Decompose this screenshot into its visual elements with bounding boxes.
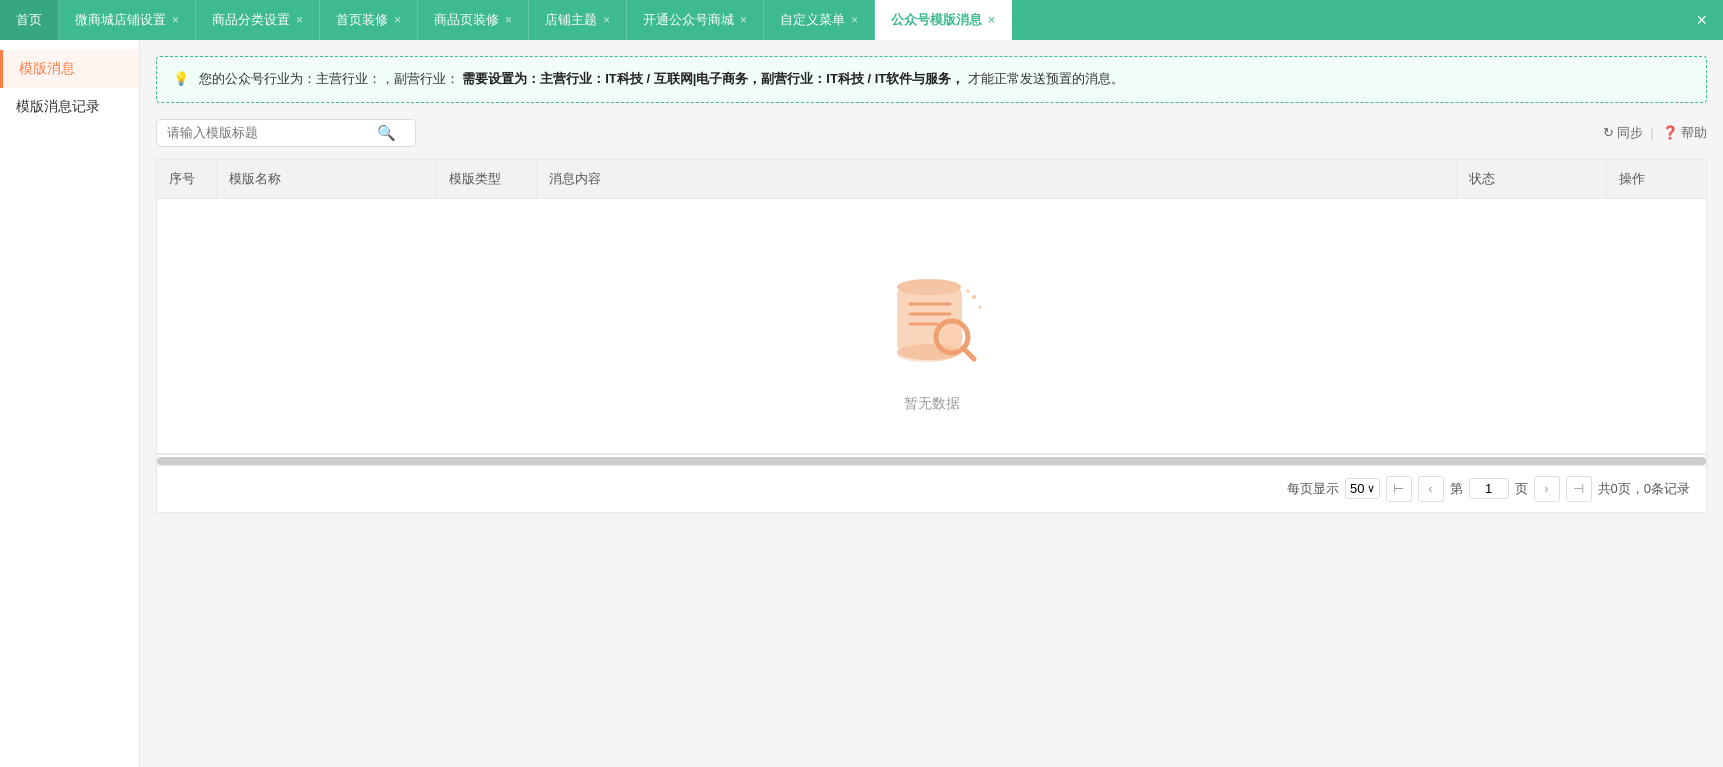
sidebar: 模版消息 模版消息记录 — [0, 40, 140, 767]
col-status: 状态 — [1457, 159, 1607, 198]
notice-prefix: 您的公众号行业为：主营行业：，副营行业： — [199, 71, 459, 86]
col-action: 操作 — [1607, 159, 1707, 198]
svg-point-5 — [897, 279, 961, 295]
notice-highlight: 需要设置为：主营行业：IT科技 / 互联网|电子商务，副营行业：IT科技 / I… — [462, 71, 964, 86]
tab-close-custom-menu[interactable]: × — [851, 13, 858, 27]
toolbar-divider: | — [1651, 125, 1654, 140]
tab-product-category[interactable]: 商品分类设置 × — [196, 0, 320, 40]
sync-button[interactable]: ↻ 同步 — [1603, 124, 1643, 142]
tab-close-open-mall[interactable]: × — [740, 13, 747, 27]
tab-home[interactable]: 首页 — [0, 0, 59, 40]
col-name: 模版名称 — [217, 159, 437, 198]
help-button[interactable]: ❓ 帮助 — [1662, 124, 1707, 142]
scrollbar-thumb[interactable] — [157, 457, 1706, 465]
pagination: 每页显示 50 ∨ ⊢ ‹ 第 页 › ⊣ 共0页，0条记录 — [156, 466, 1707, 513]
tab-close-home-decor[interactable]: × — [394, 13, 401, 27]
col-content: 消息内容 — [537, 159, 1457, 198]
svg-point-10 — [972, 295, 976, 299]
tab-shop-theme[interactable]: 店铺主题 × — [529, 0, 627, 40]
tab-wechat-shop[interactable]: 微商城店铺设置 × — [59, 0, 196, 40]
close-all-tabs[interactable]: × — [1680, 10, 1723, 31]
col-type: 模版类型 — [437, 159, 537, 198]
page-size-select[interactable]: 50 ∨ — [1345, 478, 1379, 499]
search-input-wrap[interactable]: 🔍 — [156, 119, 416, 147]
tab-close-product-category[interactable]: × — [296, 13, 303, 27]
page-size-value: 50 — [1350, 481, 1364, 496]
page-size-dropdown-icon: ∨ — [1367, 482, 1375, 495]
tab-open-mall[interactable]: 开通公众号商城 × — [627, 0, 764, 40]
notice-suffix: 才能正常发送预置的消息。 — [968, 71, 1124, 86]
sidebar-item-template-msg[interactable]: 模版消息 — [0, 50, 139, 88]
svg-point-8 — [941, 326, 963, 348]
sync-icon: ↻ — [1603, 125, 1614, 140]
tab-close-wechat-shop[interactable]: × — [172, 13, 179, 27]
content-area: 💡 您的公众号行业为：主营行业：，副营行业： 需要设置为：主营行业：IT科技 /… — [140, 40, 1723, 767]
empty-text: 暂无数据 — [904, 395, 960, 413]
data-table: 序号 模版名称 模版类型 消息内容 状态 操作 — [156, 159, 1707, 454]
last-page-button[interactable]: ⊣ — [1566, 476, 1592, 502]
first-page-button[interactable]: ⊢ — [1386, 476, 1412, 502]
main-layout: 模版消息 模版消息记录 💡 您的公众号行业为：主营行业：，副营行业： 需要设置为… — [0, 40, 1723, 767]
svg-line-9 — [963, 348, 974, 359]
help-icon: ❓ — [1662, 125, 1678, 140]
search-input[interactable] — [167, 125, 377, 140]
page-label-before: 第 — [1450, 480, 1463, 498]
tab-close-shop-theme[interactable]: × — [603, 13, 610, 27]
next-page-button[interactable]: › — [1534, 476, 1560, 502]
notice-banner: 💡 您的公众号行业为：主营行业：，副营行业： 需要设置为：主营行业：IT科技 /… — [156, 56, 1707, 103]
empty-illustration — [872, 259, 992, 379]
tab-close-product-decor[interactable]: × — [505, 13, 512, 27]
tab-product-decor[interactable]: 商品页装修 × — [418, 0, 529, 40]
empty-state: 暂无数据 — [157, 199, 1706, 453]
svg-point-11 — [978, 305, 981, 308]
page-label-after: 页 — [1515, 480, 1528, 498]
toolbar-right: ↻ 同步 | ❓ 帮助 — [1603, 124, 1707, 142]
search-icon[interactable]: 🔍 — [377, 124, 396, 142]
tab-template-msg[interactable]: 公众号模版消息 × — [875, 0, 1012, 40]
tab-bar: 首页 微商城店铺设置 × 商品分类设置 × 首页装修 × 商品页装修 × 店铺主… — [0, 0, 1723, 40]
page-size-label: 每页显示 — [1287, 480, 1339, 498]
tab-custom-menu[interactable]: 自定义菜单 × — [764, 0, 875, 40]
sidebar-item-template-msg-record[interactable]: 模版消息记录 — [0, 88, 139, 126]
search-area: 🔍 ↻ 同步 | ❓ 帮助 — [156, 119, 1707, 147]
notice-icon: 💡 — [173, 69, 189, 90]
col-index: 序号 — [157, 159, 217, 198]
tab-close-template-msg[interactable]: × — [988, 13, 995, 27]
page-number-input[interactable] — [1469, 478, 1509, 499]
horizontal-scrollbar[interactable] — [156, 454, 1707, 466]
svg-point-12 — [966, 289, 969, 292]
tab-home-decor[interactable]: 首页装修 × — [320, 0, 418, 40]
prev-page-button[interactable]: ‹ — [1418, 476, 1444, 502]
total-info: 共0页，0条记录 — [1598, 480, 1690, 498]
